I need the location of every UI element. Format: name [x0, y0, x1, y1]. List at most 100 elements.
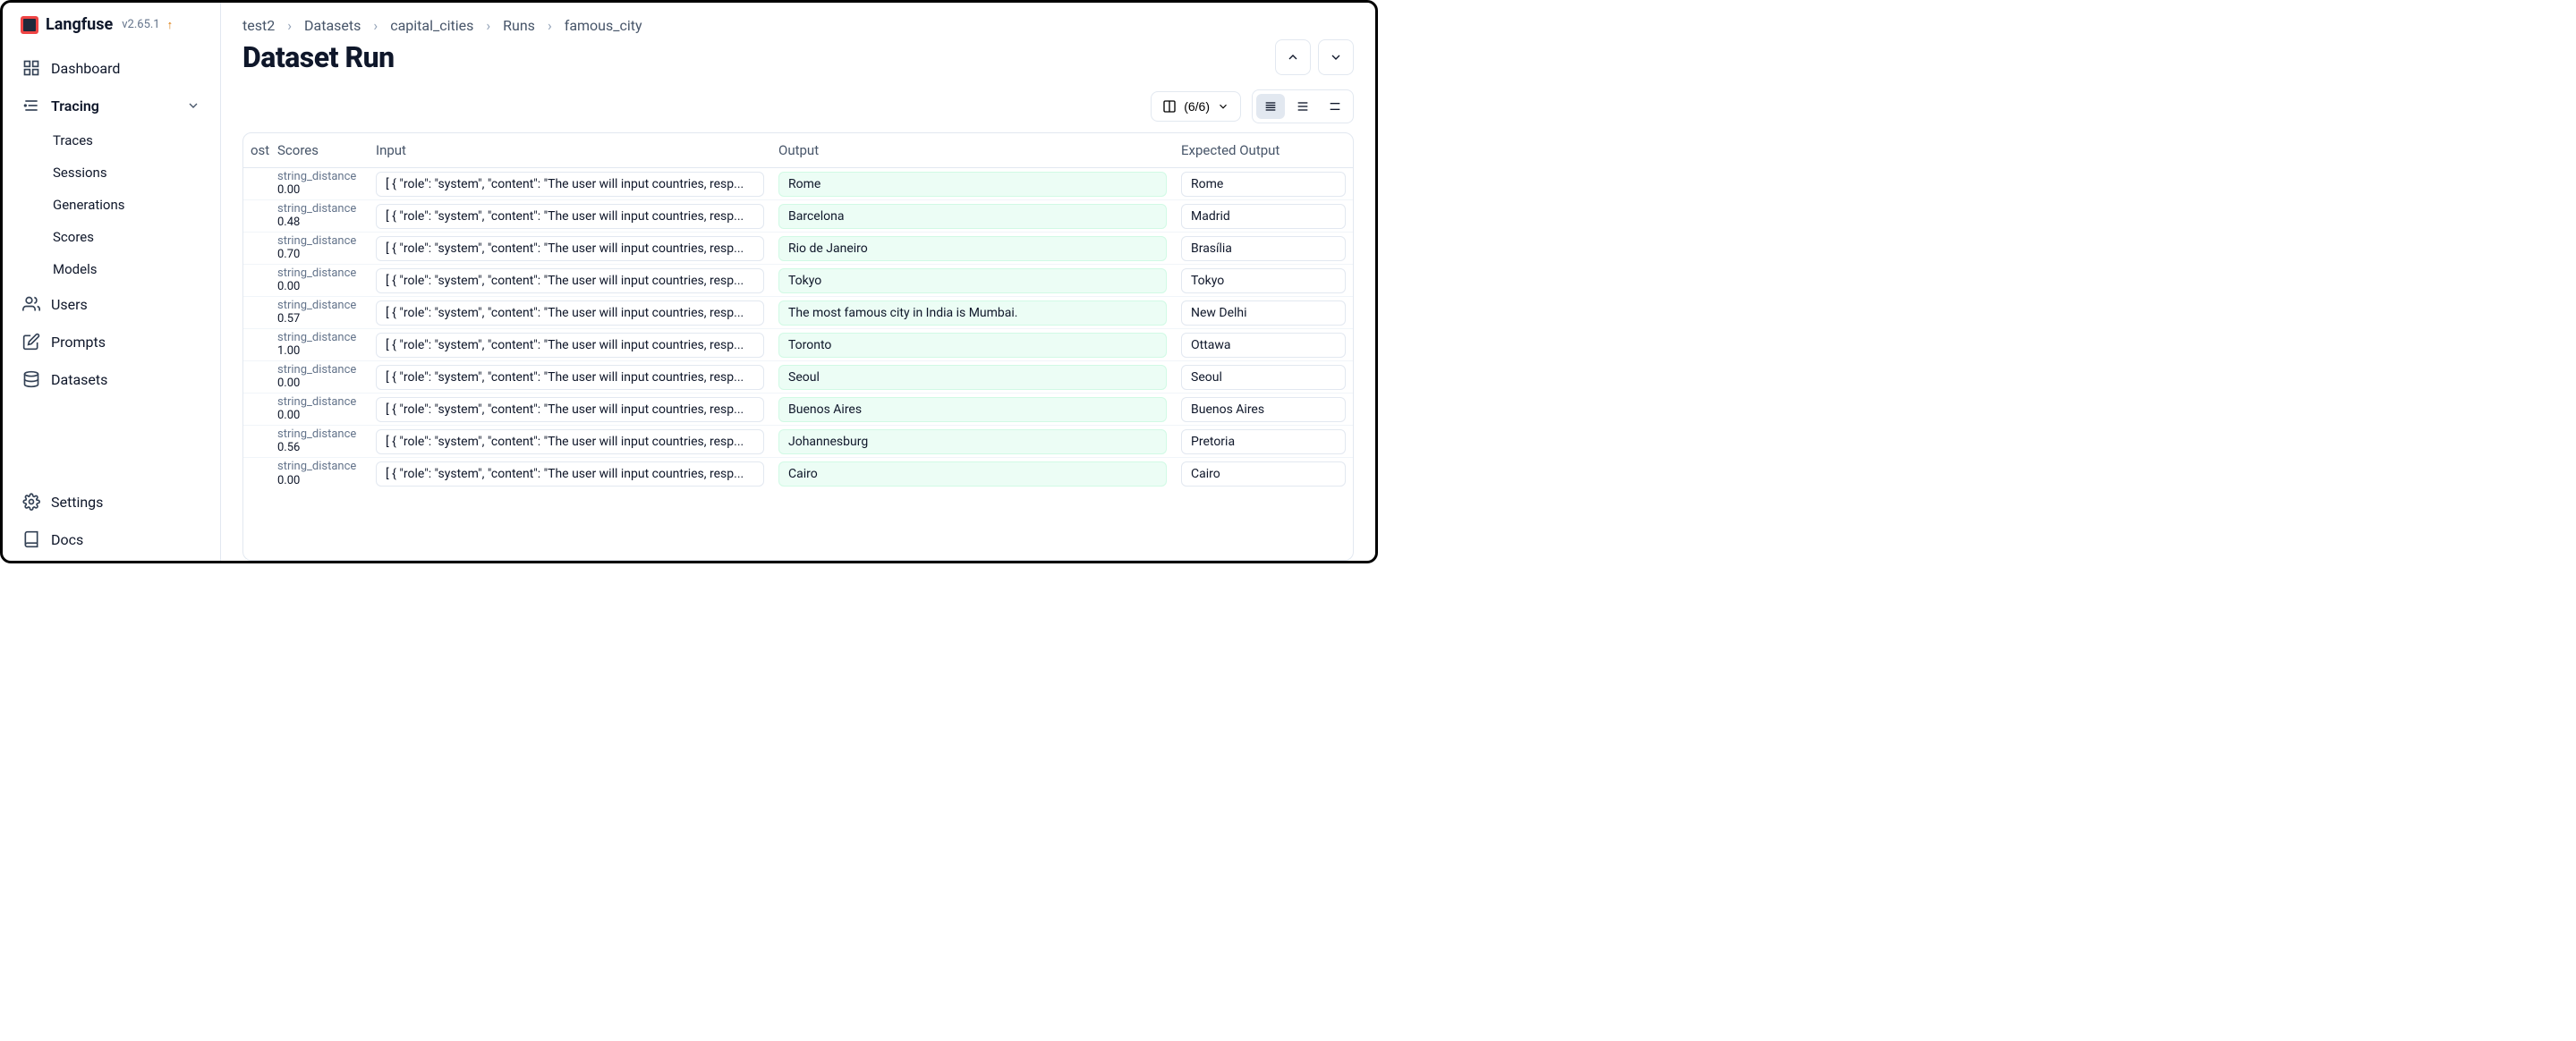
score-name: string_distance	[277, 203, 361, 216]
list-relaxed-icon	[1328, 99, 1342, 114]
output-value[interactable]: Johannesburg	[778, 429, 1167, 454]
expected-value[interactable]: Rome	[1181, 172, 1346, 197]
table-row[interactable]: string_distance0.57 [ { "role": "system",…	[243, 297, 1353, 329]
output-value[interactable]: Seoul	[778, 365, 1167, 390]
input-value[interactable]: [ { "role": "system", "content": "The us…	[376, 300, 764, 326]
column-header-expected[interactable]: Expected Output	[1174, 142, 1353, 158]
score-name: string_distance	[277, 461, 361, 473]
sidebar-item-label: Settings	[51, 494, 103, 511]
columns-count: (6/6)	[1184, 99, 1210, 114]
column-header-scores[interactable]: Scores	[270, 142, 369, 158]
table-row[interactable]: string_distance1.00[ { "role": "system",…	[243, 329, 1353, 361]
expected-value[interactable]: Ottawa	[1181, 333, 1346, 358]
column-header-input[interactable]: Input	[369, 142, 771, 158]
score-value: 0.57	[277, 312, 361, 326]
columns-button[interactable]: (6/6)	[1151, 91, 1241, 122]
expected-value[interactable]: Cairo	[1181, 461, 1346, 487]
input-value[interactable]: [ { "role": "system", "content": "The us…	[376, 204, 764, 229]
prev-run-button[interactable]	[1275, 39, 1311, 75]
output-value[interactable]: Rio de Janeiro	[778, 236, 1167, 261]
density-compact-button[interactable]	[1256, 94, 1285, 119]
sidebar-item-models[interactable]: Models	[10, 254, 213, 284]
table-row[interactable]: string_distance0.48[ { "role": "system",…	[243, 200, 1353, 233]
score-cell: string_distance0.00	[270, 394, 369, 424]
output-value[interactable]: Tokyo	[778, 268, 1167, 293]
table-row[interactable]: string_distance0.00 [ { "role": "system",…	[243, 394, 1353, 426]
density-normal-button[interactable]	[1288, 94, 1317, 119]
input-value[interactable]: [ { "role": "system", "content": "The us…	[376, 268, 764, 293]
sidebar-item-sessions[interactable]: Sessions	[10, 157, 213, 188]
expected-cell: Seoul	[1174, 363, 1353, 392]
breadcrumb-item[interactable]: capital_cities	[390, 17, 473, 34]
breadcrumb-item[interactable]: Datasets	[304, 17, 361, 34]
gear-icon	[22, 493, 40, 511]
sidebar-item-prompts[interactable]: Prompts	[10, 324, 213, 360]
expected-value[interactable]: Buenos Aires	[1181, 397, 1346, 422]
cost-cell	[243, 343, 270, 347]
breadcrumb: test2 › Datasets › capital_cities › Runs…	[221, 3, 1375, 34]
table-row[interactable]: string_distance0.00[ { "role": "system",…	[243, 168, 1353, 200]
table-row[interactable]: string_distance0.56[ { "role": "system",…	[243, 426, 1353, 458]
input-cell: [ { "role": "system", "content": "The us…	[369, 170, 771, 199]
expected-value[interactable]: New Delhi	[1181, 300, 1346, 326]
score-cell: string_distance0.00	[270, 459, 369, 488]
sidebar-item-users[interactable]: Users	[10, 286, 213, 322]
input-value[interactable]: [ { "role": "system", "content": "The us…	[376, 365, 764, 390]
sidebar-item-docs[interactable]: Docs	[10, 521, 213, 557]
update-available-icon[interactable]: ↑	[167, 18, 174, 32]
chevron-down-icon	[1329, 50, 1343, 64]
expected-cell: Ottawa	[1174, 331, 1353, 360]
sidebar-item-generations[interactable]: Generations	[10, 190, 213, 220]
expected-value[interactable]: Tokyo	[1181, 268, 1346, 293]
output-value[interactable]: Buenos Aires	[778, 397, 1167, 422]
score-name: string_distance	[277, 300, 361, 312]
next-run-button[interactable]	[1318, 39, 1354, 75]
chevron-right-icon: ›	[548, 17, 552, 34]
secondary-nav: Settings Docs	[3, 484, 220, 561]
score-value: 0.00	[277, 377, 361, 390]
output-cell: The most famous city in India is Mumbai.	[771, 299, 1174, 327]
expected-value[interactable]: Brasília	[1181, 236, 1346, 261]
input-value[interactable]: [ { "role": "system", "content": "The us…	[376, 333, 764, 358]
output-value[interactable]: The most famous city in India is Mumbai.	[778, 300, 1167, 326]
sidebar-item-traces[interactable]: Traces	[10, 125, 213, 156]
sidebar-item-scores[interactable]: Scores	[10, 222, 213, 252]
column-header-cost[interactable]: ost	[243, 142, 270, 158]
breadcrumb-item[interactable]: test2	[242, 17, 275, 34]
breadcrumb-item[interactable]: famous_city	[565, 17, 642, 34]
density-relaxed-button[interactable]	[1321, 94, 1349, 119]
input-value[interactable]: [ { "role": "system", "content": "The us…	[376, 172, 764, 197]
table-row[interactable]: string_distance0.00[ { "role": "system",…	[243, 361, 1353, 394]
brand-version: v2.65.1	[122, 18, 159, 31]
table-row[interactable]: string_distance0.70[ { "role": "system",…	[243, 233, 1353, 265]
output-value[interactable]: Rome	[778, 172, 1167, 197]
table-row[interactable]: string_distance0.00 [ { "role": "system",…	[243, 458, 1353, 490]
sidebar-item-datasets[interactable]: Datasets	[10, 361, 213, 397]
output-value[interactable]: Barcelona	[778, 204, 1167, 229]
expected-value[interactable]: Madrid	[1181, 204, 1346, 229]
output-cell: Barcelona	[771, 202, 1174, 231]
sidebar-item-settings[interactable]: Settings	[10, 484, 213, 520]
sidebar-item-tracing[interactable]: Tracing	[10, 88, 213, 123]
output-value[interactable]: Toronto	[778, 333, 1167, 358]
column-header-output[interactable]: Output	[771, 142, 1174, 158]
docs-icon	[22, 530, 40, 548]
sidebar-item-label: Traces	[53, 132, 93, 148]
score-value: 0.00	[277, 409, 361, 422]
expected-value[interactable]: Seoul	[1181, 365, 1346, 390]
input-value[interactable]: [ { "role": "system", "content": "The us…	[376, 461, 764, 487]
sidebar-item-label: Tracing	[51, 97, 99, 114]
expected-cell: Pretoria	[1174, 427, 1353, 456]
page-title: Dataset Run	[242, 40, 395, 74]
input-value[interactable]: [ { "role": "system", "content": "The us…	[376, 236, 764, 261]
score-value: 0.00	[277, 183, 361, 197]
input-value[interactable]: [ { "role": "system", "content": "The us…	[376, 429, 764, 454]
expected-value[interactable]: Pretoria	[1181, 429, 1346, 454]
output-value[interactable]: Cairo	[778, 461, 1167, 487]
table-row[interactable]: string_distance0.00[ { "role": "system",…	[243, 265, 1353, 297]
input-value[interactable]: [ { "role": "system", "content": "The us…	[376, 397, 764, 422]
chevron-up-icon	[1286, 50, 1300, 64]
sidebar-item-dashboard[interactable]: Dashboard	[10, 50, 213, 86]
breadcrumb-item[interactable]: Runs	[503, 17, 535, 34]
tracing-icon	[22, 97, 40, 114]
